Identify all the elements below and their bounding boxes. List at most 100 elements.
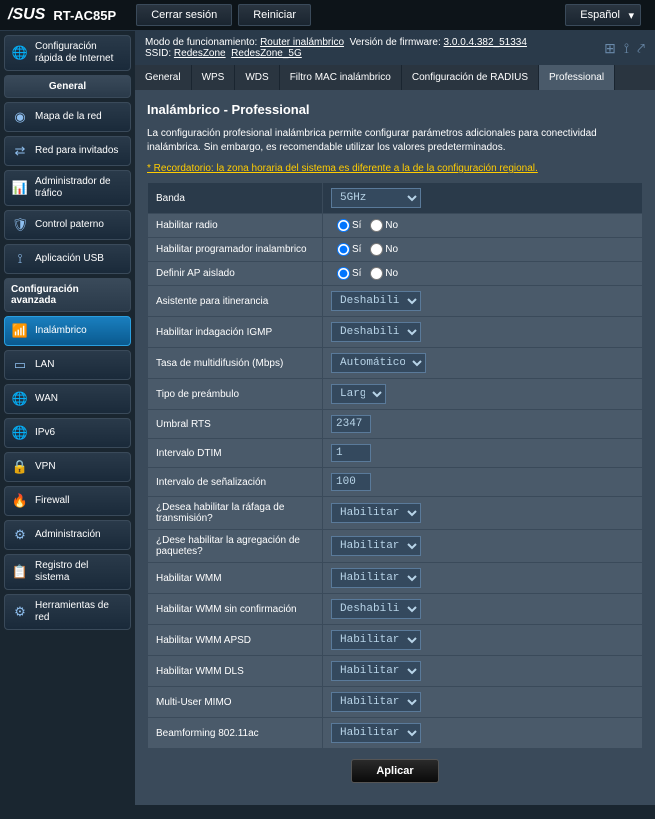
- logout-button[interactable]: Cerrar sesión: [136, 4, 232, 26]
- sidebar-icon: ⇄: [11, 142, 29, 160]
- app-icon[interactable]: ⊞: [604, 40, 616, 57]
- sidebar-item[interactable]: 🌐IPv6: [4, 418, 131, 448]
- setting-label: Tasa de multidifusión (Mbps): [148, 348, 323, 379]
- setting-label: Habilitar programador inalambrico: [148, 238, 323, 262]
- radio-yes[interactable]: [337, 243, 350, 256]
- sidebar-icon: 📶: [11, 322, 29, 340]
- usb-icon[interactable]: ⟟: [624, 40, 629, 57]
- firmware-link[interactable]: 3.0.0.4.382_51334: [444, 37, 527, 48]
- reboot-button[interactable]: Reiniciar: [238, 4, 311, 26]
- sidebar-item-label: Registro del sistema: [35, 560, 124, 584]
- globe-icon: 🌐: [11, 44, 29, 62]
- setting-select[interactable]: Habilitar: [331, 568, 421, 588]
- tab[interactable]: WDS: [235, 65, 279, 90]
- tab[interactable]: Configuración de RADIUS: [402, 65, 539, 90]
- setting-row: Habilitar indagación IGMPDeshabilitar: [148, 317, 643, 348]
- sidebar-icon: ▭: [11, 356, 29, 374]
- sidebar-icon: ⟟: [11, 250, 29, 268]
- sidebar-item[interactable]: 🔒VPN: [4, 452, 131, 482]
- setting-input[interactable]: [331, 473, 371, 491]
- sidebar-item-label: Control paterno: [35, 219, 104, 231]
- setting-select[interactable]: Automático: [331, 353, 426, 373]
- setting-label: Habilitar WMM: [148, 563, 323, 594]
- radio-yes[interactable]: [337, 219, 350, 232]
- setting-row: Beamforming 802.11ac Habilitar: [148, 718, 643, 749]
- sidebar-icon: 🔒: [11, 458, 29, 476]
- setting-label: Definir AP aislado: [148, 262, 323, 286]
- sidebar-item-label: LAN: [35, 359, 54, 371]
- sidebar-icon: ⚙: [11, 603, 29, 621]
- sidebar-item[interactable]: ⚙Administración: [4, 520, 131, 550]
- setting-row: Habilitar WMM DLSHabilitar: [148, 656, 643, 687]
- radio-yes[interactable]: [337, 267, 350, 280]
- radio-no[interactable]: [370, 267, 383, 280]
- sidebar-item-label: Mapa de la red: [35, 111, 102, 123]
- sidebar-item-label: Firewall: [35, 495, 69, 507]
- apply-button[interactable]: Aplicar: [351, 759, 438, 783]
- setting-row: Umbral RTS: [148, 410, 643, 439]
- setting-select[interactable]: Habilitar: [331, 503, 421, 523]
- sidebar-icon: 🌐: [11, 424, 29, 442]
- setting-row: Definir AP aisladoSí No: [148, 262, 643, 286]
- share-icon[interactable]: ⤤: [637, 40, 645, 57]
- setting-select[interactable]: 5GHz: [331, 188, 421, 208]
- sidebar-item[interactable]: ▭ LAN: [4, 350, 131, 380]
- setting-select[interactable]: Largo: [331, 384, 386, 404]
- tab[interactable]: Filtro MAC inalámbrico: [280, 65, 402, 90]
- setting-select[interactable]: Habilitar: [331, 661, 421, 681]
- setting-input[interactable]: [331, 415, 371, 433]
- setting-select[interactable]: Habilitar: [331, 536, 421, 556]
- sidebar-icon: ⚙: [11, 526, 29, 544]
- setting-label: ¿Desea habilitar la ráfaga de transmisió…: [148, 497, 323, 530]
- setting-input[interactable]: [331, 444, 371, 462]
- sidebar-item[interactable]: ⚙ Herramientas de red: [4, 594, 131, 630]
- mode-link[interactable]: Router inalámbrico: [260, 37, 344, 48]
- sidebar-icon: 🌐: [11, 390, 29, 408]
- panel-description: La configuración profesional inalámbrica…: [147, 127, 643, 155]
- radio-no[interactable]: [370, 243, 383, 256]
- sidebar-item[interactable]: ⟟Aplicación USB: [4, 244, 131, 274]
- setting-select[interactable]: Deshabilitar: [331, 322, 421, 342]
- sidebar-quick-setup[interactable]: 🌐 Configuración rápida de Internet: [4, 35, 131, 71]
- top-bar: /SUS RT-AC85P Cerrar sesión Reiniciar Es…: [0, 0, 655, 31]
- tab[interactable]: WPS: [192, 65, 236, 90]
- sidebar-item[interactable]: 📶 Inalámbrico: [4, 316, 131, 346]
- sidebar-item[interactable]: 🌐WAN: [4, 384, 131, 414]
- radio-no[interactable]: [370, 219, 383, 232]
- sidebar-icon: 🛡: [11, 216, 29, 234]
- sidebar-header-general: General: [4, 75, 131, 98]
- brand-logo: /SUS: [8, 6, 45, 24]
- setting-select[interactable]: Habilitar: [331, 723, 421, 743]
- tab[interactable]: General: [135, 65, 192, 90]
- setting-select[interactable]: Deshabilitar: [331, 291, 421, 311]
- sidebar-item-label: Inalámbrico: [35, 325, 87, 337]
- setting-row: Habilitar WMM APSD Habilitar: [148, 625, 643, 656]
- tab[interactable]: Professional: [539, 65, 615, 90]
- setting-label: Habilitar radio: [148, 214, 323, 238]
- setting-row: Habilitar WMM Habilitar: [148, 563, 643, 594]
- setting-label: Habilitar WMM APSD: [148, 625, 323, 656]
- settings-table: Banda5GHzHabilitar radioSí NoHabilitar p…: [147, 182, 643, 749]
- setting-label: Umbral RTS: [148, 410, 323, 439]
- sidebar-item[interactable]: ◉ Mapa de la red: [4, 102, 131, 132]
- sidebar-item-label: Herramientas de red: [35, 600, 124, 624]
- setting-row: Intervalo de señalización: [148, 468, 643, 497]
- sidebar-item[interactable]: 📊Administrador de tráfico: [4, 170, 131, 206]
- setting-select[interactable]: Habilitar: [331, 630, 421, 650]
- sidebar-item[interactable]: 🛡 Control paterno: [4, 210, 131, 240]
- setting-label: Intervalo de señalización: [148, 468, 323, 497]
- sidebar-icon: ◉: [11, 108, 29, 126]
- sidebar-item[interactable]: 📋Registro del sistema: [4, 554, 131, 590]
- sidebar-item[interactable]: 🔥 Firewall: [4, 486, 131, 516]
- reminder-link[interactable]: * Recordatorio: la zona horaria del sist…: [147, 163, 643, 174]
- sidebar-icon: 🔥: [11, 492, 29, 510]
- language-select[interactable]: Español: [565, 4, 641, 26]
- setting-row: ¿Desea habilitar la ráfaga de transmisió…: [148, 497, 643, 530]
- setting-select[interactable]: Habilitar: [331, 692, 421, 712]
- setting-row: Tasa de multidifusión (Mbps) Automático: [148, 348, 643, 379]
- setting-select[interactable]: Deshabilitar: [331, 599, 421, 619]
- sidebar-item[interactable]: ⇄Red para invitados: [4, 136, 131, 166]
- setting-label: Beamforming 802.11ac: [148, 718, 323, 749]
- ssid2-link[interactable]: RedesZone_5G: [231, 48, 302, 59]
- ssid1-link[interactable]: RedesZone: [174, 48, 226, 59]
